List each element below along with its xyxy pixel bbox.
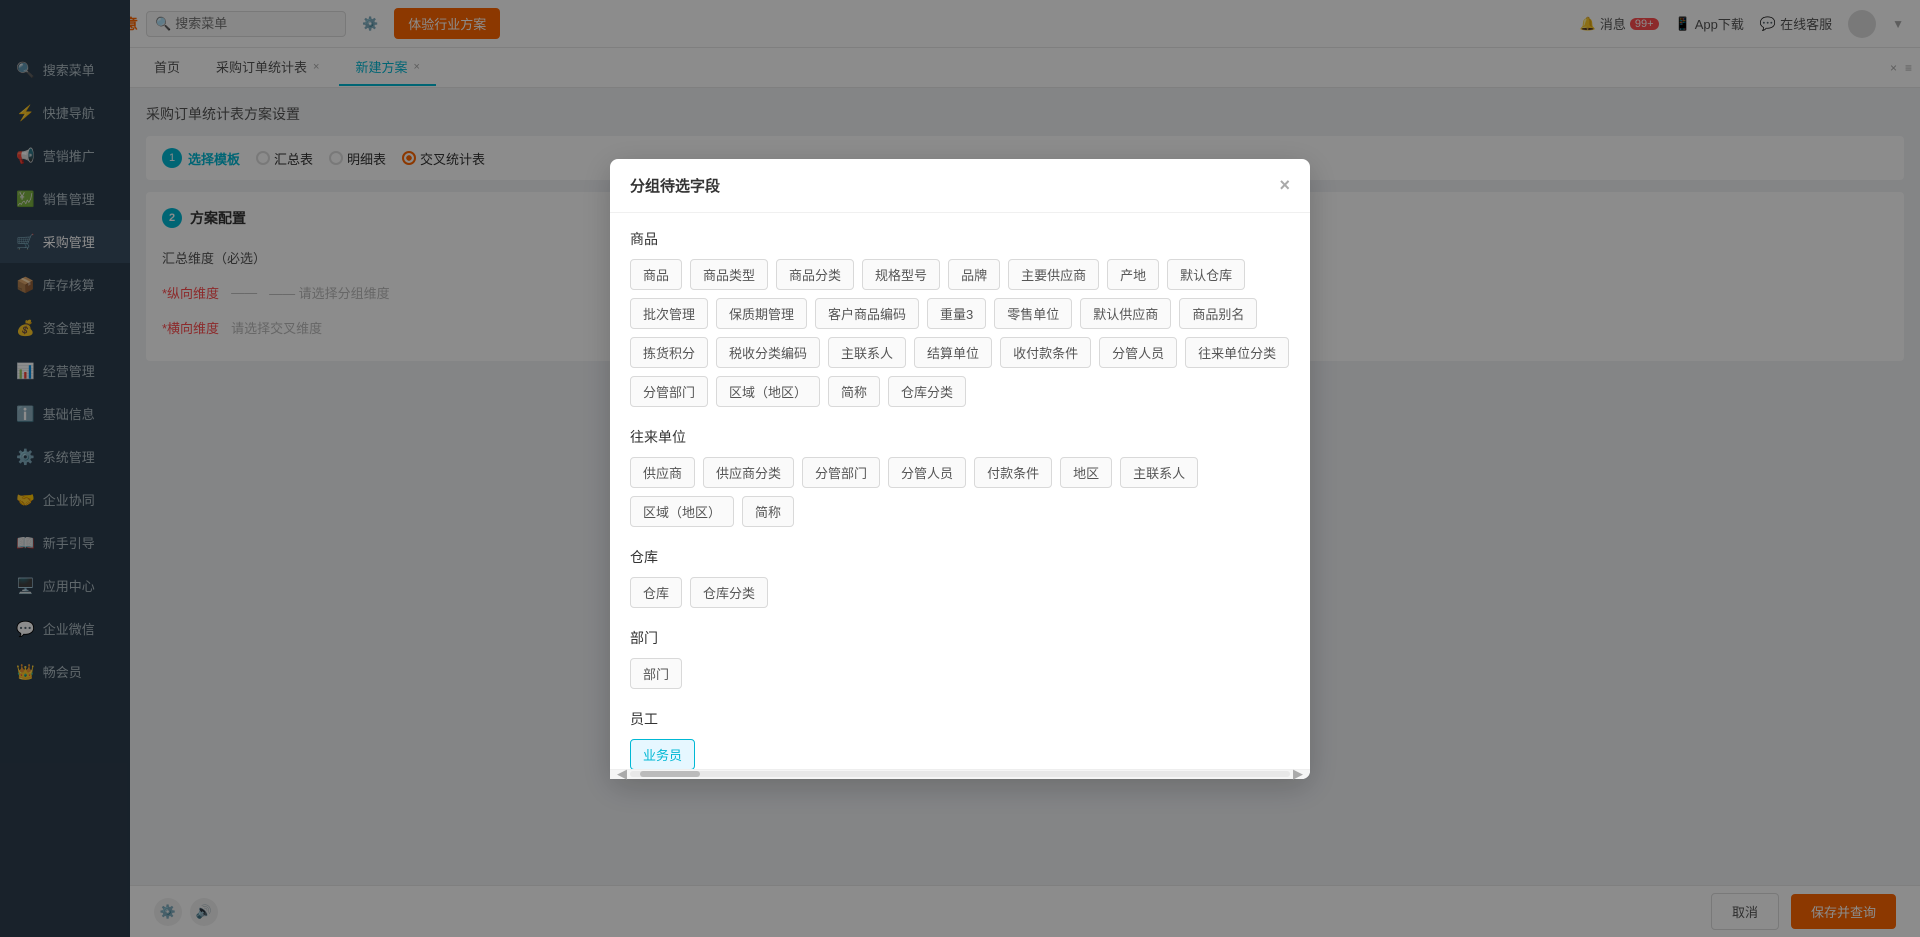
field-group-warehouse: 仓库 仓库 仓库分类: [630, 547, 1290, 608]
field-group-dept: 部门 部门: [630, 628, 1290, 689]
field-tag-brand[interactable]: 品牌: [948, 259, 1000, 290]
group-title-partner: 往来单位: [630, 427, 1290, 447]
field-tag-department[interactable]: 部门: [630, 658, 682, 689]
field-tag-default-supplier[interactable]: 默认供应商: [1080, 298, 1171, 329]
modal-body[interactable]: 商品 商品 商品类型 商品分类 规格型号 品牌 主要供应商 产地 默认仓库 批次…: [610, 213, 1310, 769]
field-tag-warehouse-cat[interactable]: 仓库分类: [888, 376, 966, 407]
field-tag-supplier-category[interactable]: 供应商分类: [703, 457, 794, 488]
field-tag-region2[interactable]: 区域（地区）: [630, 496, 734, 527]
modal-close-button[interactable]: ×: [1279, 176, 1290, 194]
modal-horizontal-scrollbar[interactable]: ◀ ▶: [610, 769, 1310, 779]
group-title-warehouse: 仓库: [630, 547, 1290, 567]
field-tag-dept[interactable]: 分管部门: [630, 376, 708, 407]
field-tag-spec[interactable]: 规格型号: [862, 259, 940, 290]
field-group-partner: 往来单位 供应商 供应商分类 分管部门 分管人员 付款条件 地区 主联系人 区域…: [630, 427, 1290, 527]
field-tag-product-category[interactable]: 商品分类: [776, 259, 854, 290]
group-title-product: 商品: [630, 229, 1290, 249]
field-tag-product-type[interactable]: 商品类型: [690, 259, 768, 290]
field-tag-pick-points[interactable]: 拣货积分: [630, 337, 708, 368]
warehouse-field-tags: 仓库 仓库分类: [630, 577, 1290, 608]
field-tag-partner-manager[interactable]: 分管人员: [888, 457, 966, 488]
field-tag-batch[interactable]: 批次管理: [630, 298, 708, 329]
field-tag-payment-condition[interactable]: 付款条件: [974, 457, 1052, 488]
field-tag-retail-unit[interactable]: 零售单位: [994, 298, 1072, 329]
field-tag-warehouse[interactable]: 仓库: [630, 577, 682, 608]
employee-field-tags: 业务员: [630, 739, 1290, 769]
group-title-employee: 员工: [630, 709, 1290, 729]
field-tag-main-contact[interactable]: 主联系人: [828, 337, 906, 368]
field-select-modal: 分组待选字段 × 商品 商品 商品类型 商品分类 规格型号 品牌 主要供应商 产…: [610, 159, 1310, 779]
field-tag-weight[interactable]: 重量3: [927, 298, 986, 329]
partner-field-tags: 供应商 供应商分类 分管部门 分管人员 付款条件 地区 主联系人 区域（地区） …: [630, 457, 1290, 527]
field-group-product: 商品 商品 商品类型 商品分类 规格型号 品牌 主要供应商 产地 默认仓库 批次…: [630, 229, 1290, 407]
field-tag-main-supplier[interactable]: 主要供应商: [1008, 259, 1099, 290]
field-tag-main-contact2[interactable]: 主联系人: [1120, 457, 1198, 488]
field-tag-salesperson[interactable]: 业务员: [630, 739, 695, 769]
field-tag-product[interactable]: 商品: [630, 259, 682, 290]
scroll-thumb[interactable]: [640, 771, 700, 777]
scroll-track[interactable]: [630, 771, 1290, 777]
field-tag-manager[interactable]: 分管人员: [1099, 337, 1177, 368]
field-tag-tax-code[interactable]: 税收分类编码: [716, 337, 820, 368]
field-tag-supplier[interactable]: 供应商: [630, 457, 695, 488]
field-tag-shelf-life[interactable]: 保质期管理: [716, 298, 807, 329]
field-tag-region[interactable]: 区域（地区）: [716, 376, 820, 407]
field-tag-customer-code[interactable]: 客户商品编码: [815, 298, 919, 329]
field-tag-area[interactable]: 地区: [1060, 457, 1112, 488]
product-field-tags: 商品 商品类型 商品分类 规格型号 品牌 主要供应商 产地 默认仓库 批次管理 …: [630, 259, 1290, 407]
field-tag-short-name2[interactable]: 简称: [742, 496, 794, 527]
modal-overlay: 分组待选字段 × 商品 商品 商品类型 商品分类 规格型号 品牌 主要供应商 产…: [0, 0, 1920, 937]
field-group-employee: 员工 业务员: [630, 709, 1290, 769]
field-tag-settlement-unit[interactable]: 结算单位: [914, 337, 992, 368]
modal-title: 分组待选字段: [630, 175, 720, 196]
scroll-right[interactable]: ▶: [1290, 766, 1306, 782]
field-tag-default-warehouse[interactable]: 默认仓库: [1167, 259, 1245, 290]
field-tag-short-name[interactable]: 简称: [828, 376, 880, 407]
field-tag-partner-category[interactable]: 往来单位分类: [1185, 337, 1289, 368]
scroll-left[interactable]: ◀: [614, 766, 630, 782]
field-tag-payment-terms[interactable]: 收付款条件: [1000, 337, 1091, 368]
field-tag-partner-dept[interactable]: 分管部门: [802, 457, 880, 488]
group-title-dept: 部门: [630, 628, 1290, 648]
modal-header: 分组待选字段 ×: [610, 159, 1310, 213]
field-tag-alias[interactable]: 商品别名: [1179, 298, 1257, 329]
field-tag-origin[interactable]: 产地: [1107, 259, 1159, 290]
dept-field-tags: 部门: [630, 658, 1290, 689]
field-tag-warehouse-category[interactable]: 仓库分类: [690, 577, 768, 608]
